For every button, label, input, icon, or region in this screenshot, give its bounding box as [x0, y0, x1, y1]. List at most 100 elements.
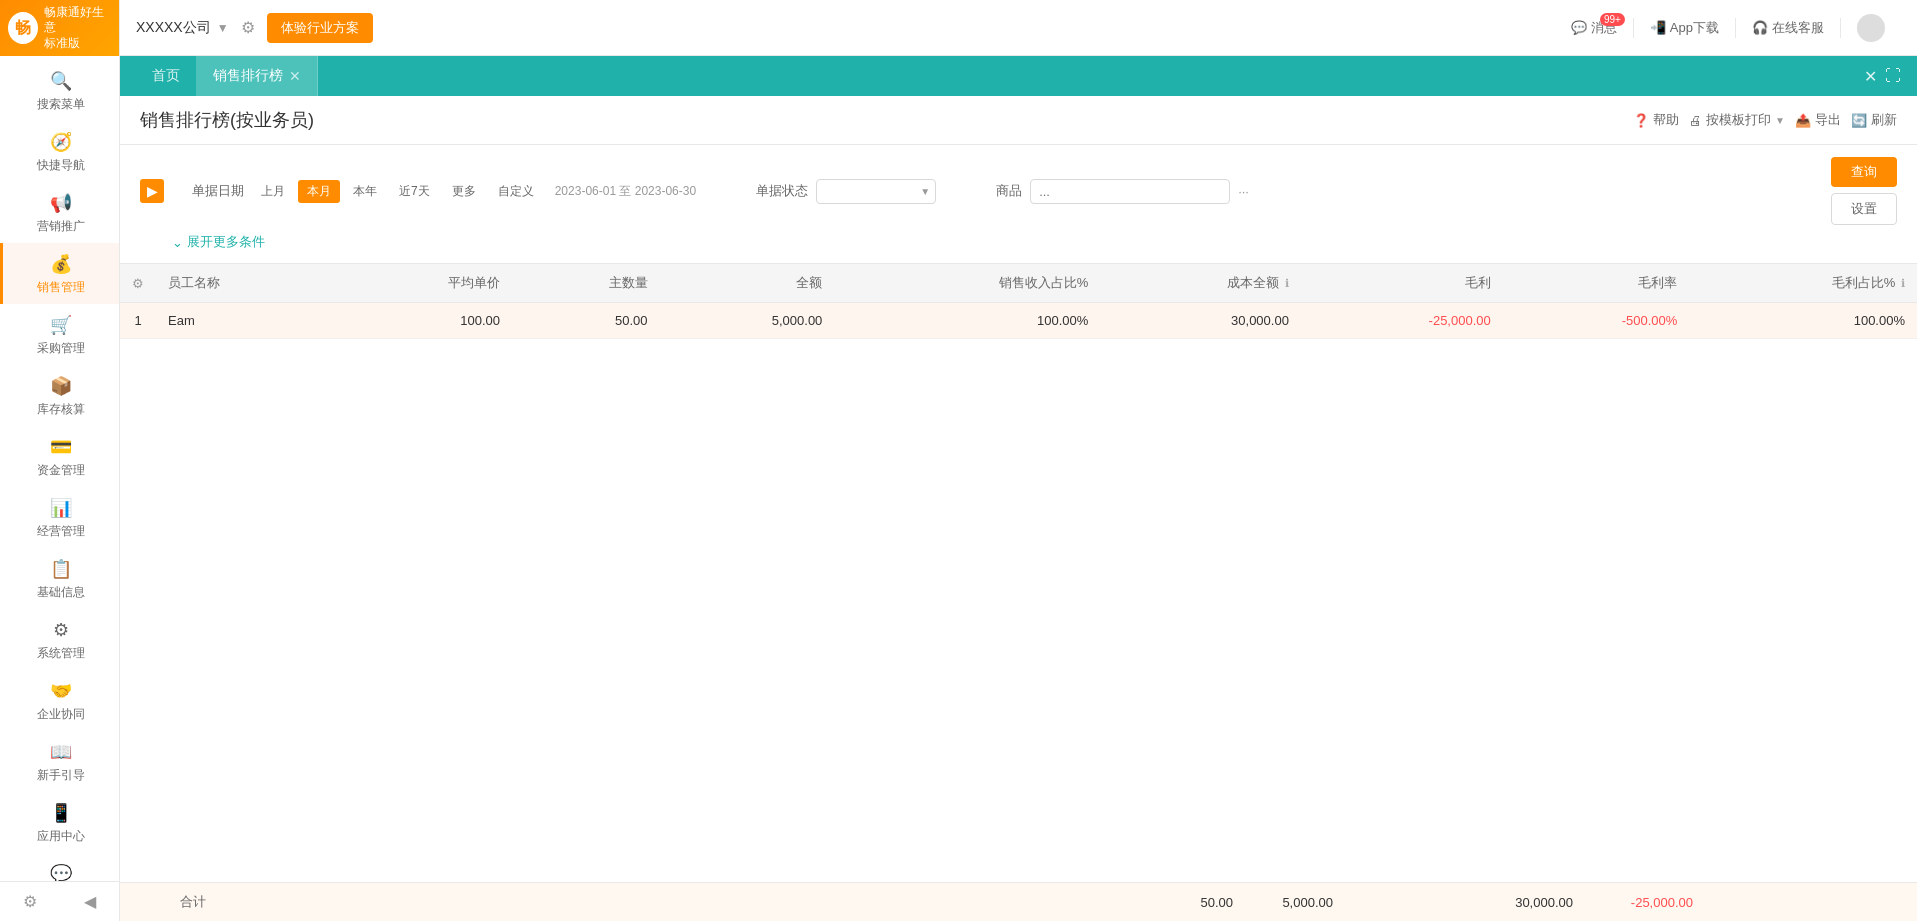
help-btn[interactable]: ❓ 帮助 [1633, 111, 1679, 129]
cell-avg-price: 100.00 [334, 303, 512, 339]
tab-home-label: 首页 [152, 67, 180, 85]
footer-profit: -25,000.00 [1585, 895, 1705, 910]
divider3 [1840, 18, 1841, 38]
filter-status: 单据状态 ▼ [756, 179, 936, 204]
col-main-qty-header: 主数量 [512, 264, 660, 303]
expand-more-icon: ⌄ [172, 235, 183, 250]
sidebar-icon-quicknav: 🧭 [50, 131, 72, 153]
sidebar-bottom: ⚙ ◀ [0, 881, 119, 921]
filter-toggle-btn[interactable]: ▶ [140, 179, 164, 203]
sidebar-label-apps: 应用中心 [37, 828, 85, 845]
sidebar-icon-finance: 💳 [50, 436, 72, 458]
sidebar-label-quicknav: 快捷导航 [37, 157, 85, 174]
col-settings-header: ⚙ [120, 264, 156, 303]
sidebar-item-marketing[interactable]: 📢 营销推广 [0, 182, 119, 243]
date-tab-custom[interactable]: 自定义 [489, 180, 543, 203]
sidebar-icon-sales: 💰 [50, 253, 72, 275]
sidebar-label-system: 系统管理 [37, 645, 85, 662]
tab-sales-rank-label: 销售排行榜 [213, 67, 283, 85]
date-tab-7days[interactable]: 近7天 [390, 180, 439, 203]
date-tab-more[interactable]: 更多 [443, 180, 485, 203]
status-select[interactable] [816, 179, 936, 204]
sidebar-item-wechat[interactable]: 💬 企业微信 [0, 853, 119, 881]
tab-home[interactable]: 首页 [136, 56, 197, 96]
status-filter-label: 单据状态 [756, 182, 808, 200]
export-btn[interactable]: 📤 导出 [1795, 111, 1841, 129]
sidebar-icon-purchase: 🛒 [50, 314, 72, 336]
sidebar-item-base[interactable]: 📋 基础信息 [0, 548, 119, 609]
filter-row-1: ▶ 单据日期 上月 本月 本年 近7天 更多 自定义 2023-06-01 至 … [140, 157, 1897, 225]
trial-btn[interactable]: 体验行业方案 [267, 13, 373, 43]
sidebar-item-quicknav[interactable]: 🧭 快捷导航 [0, 121, 119, 182]
cost-info-icon[interactable]: ℹ [1285, 277, 1289, 289]
sidebar-item-guide[interactable]: 📖 新手引导 [0, 731, 119, 792]
service-icon: 🎧 [1752, 20, 1768, 35]
sidebar-item-system[interactable]: ⚙ 系统管理 [0, 609, 119, 670]
cell-cost: 30,000.00 [1100, 303, 1301, 339]
sidebar-label-coop: 企业协同 [37, 706, 85, 723]
tabbar-right: ✕ ⛶ [1864, 67, 1901, 86]
settings-bottom-icon[interactable]: ⚙ [23, 892, 37, 911]
cell-sales-pct: 100.00% [834, 303, 1100, 339]
query-btn[interactable]: 查询 [1831, 157, 1897, 187]
tab-close-icon[interactable]: ✕ [289, 68, 301, 84]
expand-more-label: 展开更多条件 [187, 233, 265, 251]
table-wrapper: ⚙ 员工名称 平均单价 主数量 全额 销售收入占比% 成本全额 ℹ 毛利 毛利率… [120, 264, 1917, 339]
profit-pct-info-icon[interactable]: ℹ [1901, 277, 1905, 289]
online-service-btn[interactable]: 🎧 在线客服 [1752, 19, 1824, 37]
message-icon: 💬 [1571, 20, 1587, 35]
cell-rank: 1 [120, 303, 156, 339]
sidebar-item-purchase[interactable]: 🛒 采购管理 [0, 304, 119, 365]
refresh-btn[interactable]: 🔄 刷新 [1851, 111, 1897, 129]
divider1 [1633, 18, 1634, 38]
date-tab-this-month[interactable]: 本月 [298, 180, 340, 203]
table-row: 1 Eam 100.00 50.00 5,000.00 100.00% 30,0… [120, 303, 1917, 339]
refresh-label: 刷新 [1871, 111, 1897, 129]
query-buttons: 查询 设置 [1831, 157, 1897, 225]
sidebar-label-marketing: 营销推广 [37, 218, 85, 235]
settings-btn[interactable]: 设置 [1831, 193, 1897, 225]
cell-name: Eam [156, 303, 334, 339]
topbar: XXXXX公司 ▼ ⚙ 体验行业方案 💬 消息 99+ 📲 App下载 🎧 在线… [120, 0, 1917, 56]
avatar[interactable] [1857, 14, 1885, 42]
company-selector[interactable]: XXXXX公司 ▼ [136, 19, 229, 37]
sidebar-item-sales[interactable]: 💰 销售管理 [0, 243, 119, 304]
sidebar: 畅 畅康通好生意 标准版 🔍 搜索菜单 🧭 快捷导航 📢 营销推广 💰 销售管理… [0, 0, 120, 921]
tab-sales-rank[interactable]: 销售排行榜 ✕ [197, 56, 318, 96]
date-tab-last-month[interactable]: 上月 [252, 180, 294, 203]
message-btn[interactable]: 💬 消息 99+ [1571, 19, 1617, 37]
print-dropdown-icon: ▼ [1775, 115, 1785, 126]
sidebar-icon-apps: 📱 [50, 802, 72, 824]
tab-close-window-icon[interactable]: ✕ [1864, 67, 1877, 86]
cell-main-qty: 50.00 [512, 303, 660, 339]
sidebar-item-inventory[interactable]: 📦 库存核算 [0, 365, 119, 426]
date-tabs: 上月 本月 本年 近7天 更多 自定义 [252, 180, 543, 203]
sidebar-item-finance[interactable]: 💳 资金管理 [0, 426, 119, 487]
sidebar-item-coop[interactable]: 🤝 企业协同 [0, 670, 119, 731]
tab-fullscreen-icon[interactable]: ⛶ [1885, 67, 1901, 86]
page-header: 销售排行榜(按业务员) ❓ 帮助 🖨 按模板打印 ▼ 📤 导出 🔄 刷新 [120, 96, 1917, 145]
sidebar-item-apps[interactable]: 📱 应用中心 [0, 792, 119, 853]
goods-filter-label: 商品 [996, 182, 1022, 200]
col-cost-header: 成本全额 ℹ [1100, 264, 1301, 303]
topbar-settings-icon[interactable]: ⚙ [241, 18, 255, 37]
sidebar-label-mgmt: 经营管理 [37, 523, 85, 540]
main-area: XXXXX公司 ▼ ⚙ 体验行业方案 💬 消息 99+ 📲 App下载 🎧 在线… [120, 0, 1917, 921]
sidebar-icon-base: 📋 [50, 558, 72, 580]
sidebar-label-base: 基础信息 [37, 584, 85, 601]
tabbar: 首页 销售排行榜 ✕ ✕ ⛶ [120, 56, 1917, 96]
date-tab-this-year[interactable]: 本年 [344, 180, 386, 203]
print-btn[interactable]: 🖨 按模板打印 ▼ [1689, 111, 1785, 129]
table-settings-icon[interactable]: ⚙ [132, 276, 144, 291]
sidebar-label-inventory: 库存核算 [37, 401, 85, 418]
sidebar-icon-guide: 📖 [50, 741, 72, 763]
logo-text: 畅康通好生意 标准版 [44, 5, 111, 52]
goods-input[interactable] [1030, 179, 1230, 204]
sidebar-item-search[interactable]: 🔍 搜索菜单 [0, 60, 119, 121]
collapse-sidebar-icon[interactable]: ◀ [84, 892, 96, 911]
sidebar-item-mgmt[interactable]: 📊 经营管理 [0, 487, 119, 548]
app-download-btn[interactable]: 📲 App下载 [1650, 19, 1719, 37]
sidebar-label-guide: 新手引导 [37, 767, 85, 784]
expand-more-btn[interactable]: ⌄ 展开更多条件 [172, 233, 1897, 251]
status-select-wrapper: ▼ [816, 179, 936, 204]
